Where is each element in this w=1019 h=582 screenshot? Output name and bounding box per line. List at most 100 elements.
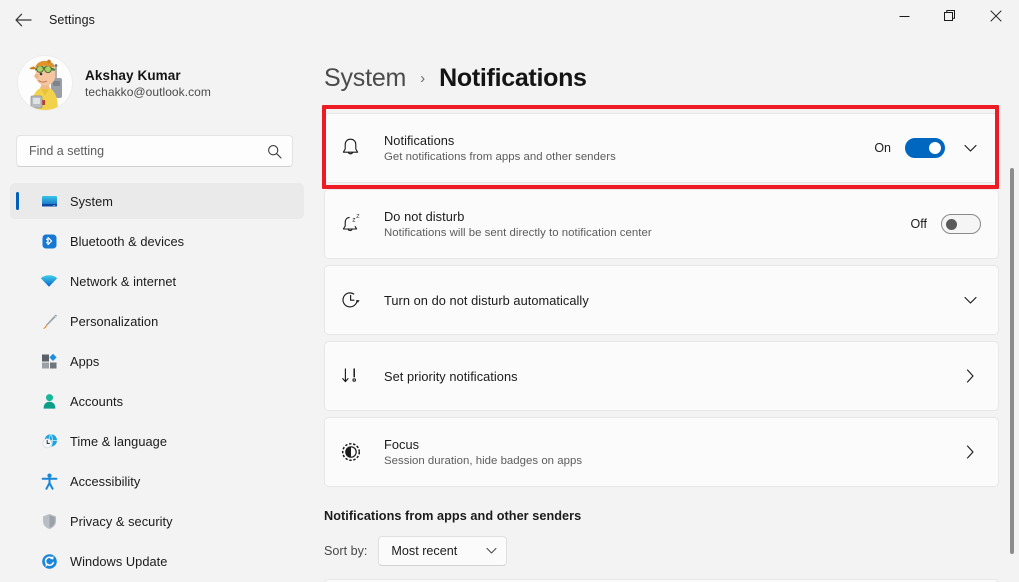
sidebar-item-windows-update[interactable]: Windows Update: [10, 543, 304, 579]
title-bar: Settings: [0, 0, 1019, 40]
clock-globe-icon: [40, 432, 58, 450]
svg-text:Z: Z: [356, 214, 360, 220]
clock-auto-icon: [340, 289, 374, 311]
sidebar-item-time-language[interactable]: Time & language: [10, 423, 304, 459]
settings-window: Settings Akshay Kumar techakko@outlook.c…: [0, 0, 1019, 582]
card-title: Do not disturb: [384, 209, 465, 224]
restore-icon: [944, 10, 955, 21]
sidebar-item-personalization[interactable]: Personalization: [10, 303, 304, 339]
notifications-toggle[interactable]: [905, 138, 945, 158]
apps-grid-icon: [40, 352, 58, 370]
card-subtitle: Session duration, hide badges on apps: [384, 455, 583, 467]
card-title: Turn on do not disturb automatically: [384, 292, 589, 308]
monitor-icon: [40, 192, 58, 210]
sidebar-item-label: Accessibility: [70, 473, 141, 489]
sidebar-nav: System Bluetooth & devices Network & int…: [0, 183, 310, 579]
chevron-down-icon[interactable]: [959, 144, 981, 153]
card-title: Set priority notifications: [384, 368, 518, 384]
settings-card-list: Notifications Get notifications from app…: [324, 113, 999, 487]
sidebar-item-label: Network & internet: [70, 273, 177, 289]
minimize-icon: [899, 15, 909, 17]
card-controls: [959, 296, 981, 305]
sidebar-item-label: Apps: [70, 353, 100, 369]
maximize-button[interactable]: [927, 0, 973, 32]
sort-by-dropdown[interactable]: Most recent: [378, 536, 508, 566]
sidebar-item-label: System: [70, 193, 113, 209]
search-box[interactable]: [16, 135, 293, 167]
close-button[interactable]: [973, 0, 1019, 32]
breadcrumb: System › Notifications: [324, 60, 1019, 96]
sidebar-item-label: Privacy & security: [70, 513, 173, 529]
bell-icon: [340, 137, 374, 159]
bluetooth-icon: [40, 232, 58, 250]
chevron-right-icon[interactable]: [959, 369, 981, 383]
card-controls: [959, 369, 981, 383]
sidebar-item-label: Accounts: [70, 393, 124, 409]
card-controls: Off: [911, 214, 981, 234]
toggle-state-label: Off: [910, 217, 927, 231]
avatar: [17, 55, 73, 111]
update-refresh-icon: [40, 552, 58, 570]
content-scrollbar[interactable]: [1004, 40, 1019, 582]
breadcrumb-parent[interactable]: System: [324, 64, 406, 93]
close-icon: [990, 10, 1002, 22]
chevron-down-icon[interactable]: [959, 296, 981, 305]
search-input[interactable]: [29, 144, 267, 158]
account-name: Akshay Kumar: [85, 67, 181, 83]
sort-by-value: Most recent: [391, 544, 458, 558]
sort-by-label: Sort by:: [324, 544, 368, 558]
chevron-right-icon[interactable]: [959, 445, 981, 459]
card-focus[interactable]: Focus Session duration, hide badges on a…: [324, 417, 999, 487]
app-title: Settings: [49, 13, 95, 27]
window-controls: [881, 0, 1019, 40]
card-auto-do-not-disturb[interactable]: Turn on do not disturb automatically: [324, 265, 999, 335]
account-text: Akshay Kumar techakko@outlook.com: [85, 68, 211, 99]
sidebar-item-privacy-security[interactable]: Privacy & security: [10, 503, 304, 539]
sort-row: Sort by: Most recent: [324, 536, 1019, 566]
priority-sort-icon: [340, 365, 374, 387]
sidebar-item-bluetooth-devices[interactable]: Bluetooth & devices: [10, 223, 304, 259]
sidebar: Akshay Kumar techakko@outlook.com Find a…: [0, 40, 310, 582]
search-icon: [267, 144, 282, 159]
sidebar-item-label: Windows Update: [70, 553, 168, 569]
card-text: Notifications Get notifications from app…: [374, 133, 874, 163]
content-area: System › Notifications Notifications Get…: [310, 40, 1019, 582]
back-arrow-icon: [14, 13, 32, 27]
card-text: Do not disturb Notifications will be sen…: [374, 209, 911, 239]
sidebar-item-label: Bluetooth & devices: [70, 233, 185, 249]
apps-section-heading: Notifications from apps and other sender…: [324, 509, 582, 523]
card-text: Set priority notifications: [374, 369, 959, 384]
person-icon: [40, 392, 58, 410]
accessibility-person-icon: [40, 472, 58, 490]
card-text: Focus Session duration, hide badges on a…: [374, 437, 959, 467]
sidebar-item-network-internet[interactable]: Network & internet: [10, 263, 304, 299]
page-title: Notifications: [439, 63, 587, 92]
card-notifications[interactable]: Notifications Get notifications from app…: [324, 113, 999, 183]
minimize-button[interactable]: [881, 0, 927, 32]
account-block[interactable]: Akshay Kumar techakko@outlook.com: [0, 40, 310, 111]
wifi-icon: [40, 272, 58, 290]
account-email: techakko@outlook.com: [85, 84, 211, 99]
sidebar-item-accessibility[interactable]: Accessibility: [10, 463, 304, 499]
scrollbar-thumb[interactable]: [1010, 168, 1014, 554]
breadcrumb-separator: ›: [420, 69, 426, 87]
sidebar-item-label: Personalization: [70, 313, 159, 329]
card-do-not-disturb[interactable]: z Z Do not disturb Notifications will be…: [324, 189, 999, 259]
sidebar-item-accounts[interactable]: Accounts: [10, 383, 304, 419]
card-text: Turn on do not disturb automatically: [374, 293, 959, 308]
sidebar-item-system[interactable]: System: [10, 183, 304, 219]
card-priority-notifications[interactable]: Set priority notifications: [324, 341, 999, 411]
back-button[interactable]: [6, 5, 40, 35]
card-controls: [959, 445, 981, 459]
card-title: Focus: [384, 437, 420, 452]
sidebar-item-label: Time & language: [70, 433, 168, 449]
do-not-disturb-toggle[interactable]: [941, 214, 981, 234]
card-subtitle: Get notifications from apps and other se…: [384, 151, 616, 163]
card-controls: On: [874, 138, 981, 158]
user-avatar-icon: [18, 56, 72, 110]
paintbrush-icon: [40, 312, 58, 330]
chevron-down-icon: [486, 542, 497, 560]
sidebar-item-apps[interactable]: Apps: [10, 343, 304, 379]
bell-sleep-icon: z Z: [340, 213, 374, 235]
focus-target-icon: [340, 441, 374, 463]
